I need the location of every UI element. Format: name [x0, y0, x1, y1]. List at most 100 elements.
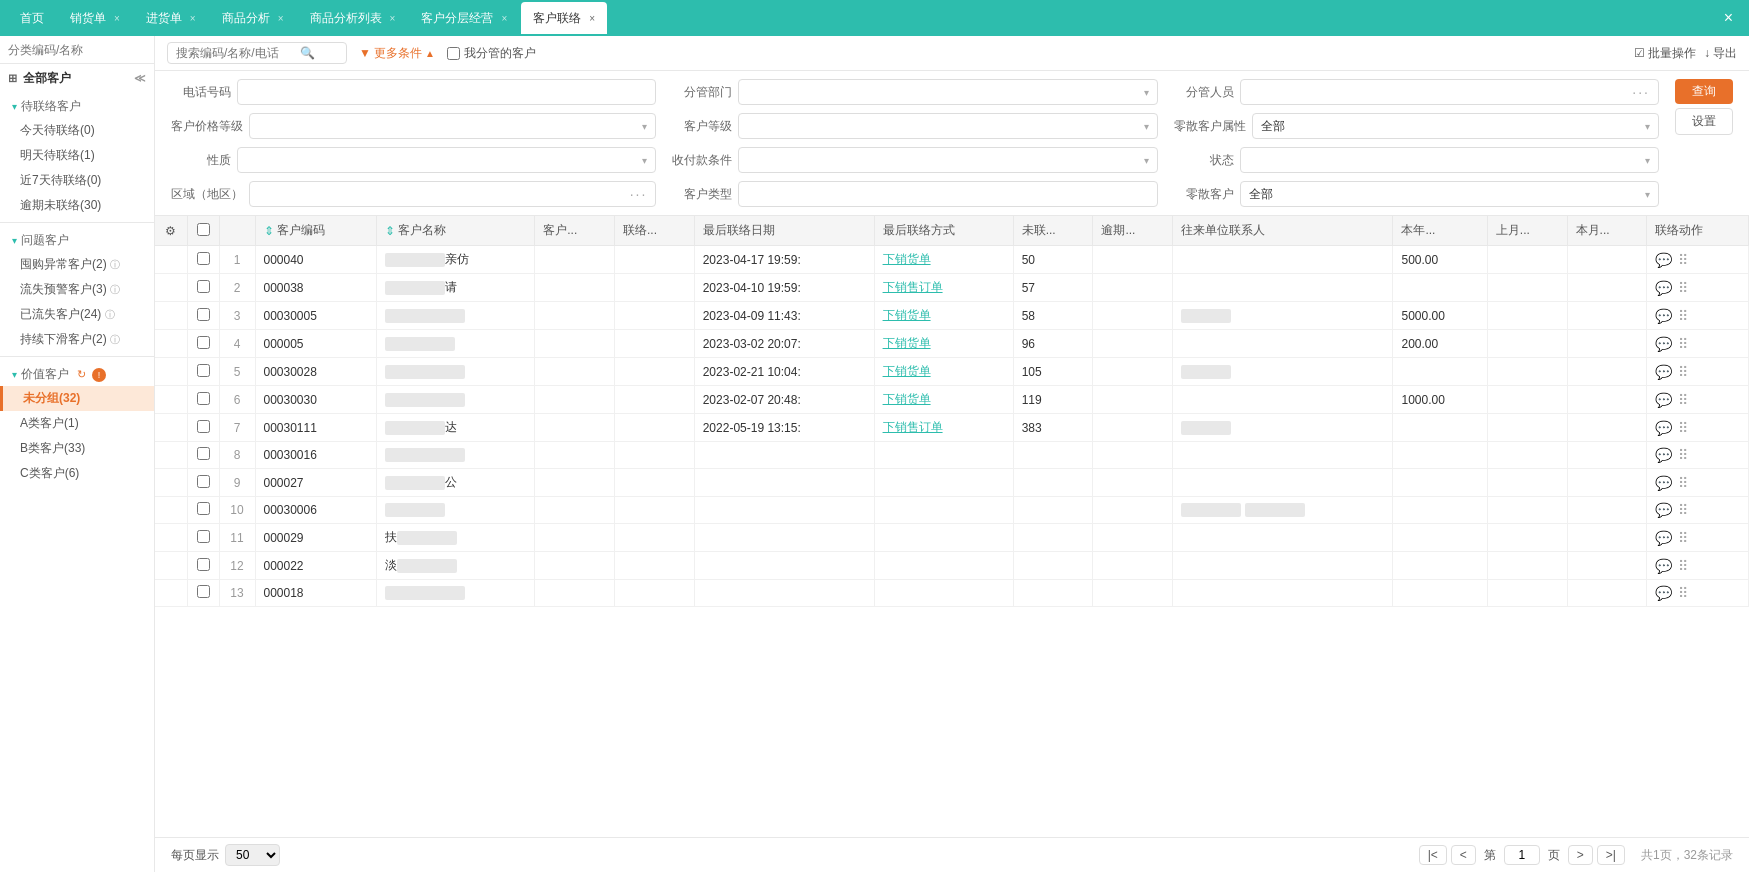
payment-select[interactable]: ▾ [738, 147, 1157, 173]
export-button[interactable]: ↓ 导出 [1704, 45, 1737, 62]
more-action-icon[interactable]: ⠿ [1678, 392, 1688, 408]
chat-icon[interactable]: 💬 [1655, 252, 1672, 268]
collapse-icon[interactable]: ≪ [134, 72, 146, 85]
more-action-icon[interactable]: ⠿ [1678, 364, 1688, 380]
chat-icon[interactable]: 💬 [1655, 558, 1672, 574]
person-input[interactable]: ··· [1240, 79, 1659, 105]
th-last-date[interactable]: 最后联络日期 [694, 216, 874, 246]
contact-way-link[interactable]: 下销货单 [883, 252, 931, 266]
th-last-month[interactable]: 上月... [1487, 216, 1567, 246]
row-checkbox[interactable] [197, 530, 210, 543]
th-last-way[interactable]: 最后联络方式 [874, 216, 1013, 246]
chat-icon[interactable]: 💬 [1655, 447, 1672, 463]
th-overdue[interactable]: 逾期... [1093, 216, 1173, 246]
customer-type-input[interactable] [738, 181, 1157, 207]
next-page-button[interactable]: > [1568, 845, 1593, 865]
sidebar-item-overdue[interactable]: 逾期未联络(30) [0, 193, 154, 218]
main-search-input[interactable] [176, 46, 296, 60]
sidebar-item-warning[interactable]: 流失预警客户(3) ⓘ [0, 277, 154, 302]
more-action-icon[interactable]: ⠿ [1678, 475, 1688, 491]
row-checkbox[interactable] [197, 475, 210, 488]
batch-op-button[interactable]: ☑ 批量操作 [1634, 45, 1696, 62]
tab-goods-analysis-close[interactable]: × [278, 13, 284, 24]
more-action-icon[interactable]: ⠿ [1678, 502, 1688, 518]
row-checkbox[interactable] [197, 585, 210, 598]
more-action-icon[interactable]: ⠿ [1678, 308, 1688, 324]
row-checkbox[interactable] [197, 447, 210, 460]
more-action-icon[interactable]: ⠿ [1678, 447, 1688, 463]
contact-way-link[interactable]: 下销货单 [883, 308, 931, 322]
row-checkbox[interactable] [197, 308, 210, 321]
th-this-year[interactable]: 本年... [1393, 216, 1487, 246]
contact-way-link[interactable]: 下销售订单 [883, 280, 943, 294]
chat-icon[interactable]: 💬 [1655, 530, 1672, 546]
sidebar-item-7days[interactable]: 近7天待联络(0) [0, 168, 154, 193]
sidebar-item-declining[interactable]: 持续下滑客户(2) ⓘ [0, 327, 154, 352]
sidebar-search-input[interactable] [8, 43, 155, 57]
th-check[interactable] [187, 216, 219, 246]
status-select[interactable]: ▾ [1240, 147, 1659, 173]
scatter-attr-select[interactable]: 全部 ▾ [1252, 113, 1659, 139]
row-checkbox[interactable] [197, 364, 210, 377]
query-button[interactable]: 查询 [1675, 79, 1733, 104]
th-settings[interactable]: ⚙ [155, 216, 187, 246]
chat-icon[interactable]: 💬 [1655, 475, 1672, 491]
sidebar-section-problem[interactable]: ▾ 问题客户 [0, 227, 154, 252]
tab-home[interactable]: 首页 [8, 2, 56, 34]
tab-goods-analysis-list-close[interactable]: × [390, 13, 396, 24]
chat-icon[interactable]: 💬 [1655, 308, 1672, 324]
th-contact[interactable]: 联络... [614, 216, 694, 246]
row-checkbox[interactable] [197, 558, 210, 571]
chat-icon[interactable]: 💬 [1655, 502, 1672, 518]
nature-select[interactable]: ▾ [237, 147, 656, 173]
check-all-checkbox[interactable] [197, 223, 210, 236]
sidebar-item-ungroup[interactable]: 未分组(32) [0, 386, 154, 411]
contact-way-link[interactable]: 下销货单 [883, 392, 931, 406]
page-size-select[interactable]: 20 50 100 [225, 844, 280, 866]
more-action-icon[interactable]: ⠿ [1678, 530, 1688, 546]
tab-customer-contact[interactable]: 客户联络 × [521, 2, 607, 34]
last-page-button[interactable]: >| [1597, 845, 1625, 865]
contact-way-link[interactable]: 下销售订单 [883, 420, 943, 434]
scatter-customer-select[interactable]: 全部 ▾ [1240, 181, 1659, 207]
tab-goods-analysis-list[interactable]: 商品分析列表 × [298, 2, 408, 34]
more-conditions-btn[interactable]: ▼ 更多条件 ▲ [359, 45, 435, 62]
my-customers-checkbox[interactable] [447, 47, 460, 60]
sidebar-item-class-b[interactable]: B类客户(33) [0, 436, 154, 461]
main-search-icon[interactable]: 🔍 [300, 46, 315, 60]
contact-way-link[interactable]: 下销货单 [883, 336, 931, 350]
tab-purchase-close[interactable]: × [190, 13, 196, 24]
region-input[interactable]: ··· [249, 181, 656, 207]
sidebar-item-class-a[interactable]: A类客户(1) [0, 411, 154, 436]
row-checkbox[interactable] [197, 336, 210, 349]
contact-way-link[interactable]: 下销货单 [883, 364, 931, 378]
sidebar-section-pending[interactable]: ▾ 待联络客户 [0, 93, 154, 118]
sidebar-all-customers[interactable]: ⊞ 全部客户 ≪ [0, 64, 154, 93]
chat-icon[interactable]: 💬 [1655, 336, 1672, 352]
dept-select[interactable]: ▾ [738, 79, 1157, 105]
tab-customer-layer-close[interactable]: × [501, 13, 507, 24]
page-input[interactable] [1504, 845, 1540, 865]
more-action-icon[interactable]: ⠿ [1678, 280, 1688, 296]
more-action-icon[interactable]: ⠿ [1678, 252, 1688, 268]
customer-level-select[interactable]: ▾ [738, 113, 1157, 139]
sidebar-item-abnormal[interactable]: 囤购异常客户(2) ⓘ [0, 252, 154, 277]
tab-customer-contact-close[interactable]: × [589, 13, 595, 24]
more-action-icon[interactable]: ⠿ [1678, 558, 1688, 574]
sidebar-item-today[interactable]: 今天待联络(0) [0, 118, 154, 143]
sidebar-item-class-c[interactable]: C类客户(6) [0, 461, 154, 486]
tab-sales[interactable]: 销货单 × [58, 2, 132, 34]
th-code[interactable]: ⇕ 客户编码 [255, 216, 377, 246]
th-action[interactable]: 联络动作 [1647, 216, 1749, 246]
more-action-icon[interactable]: ⠿ [1678, 336, 1688, 352]
th-name[interactable]: ⇕ 客户名称 [377, 216, 535, 246]
row-checkbox[interactable] [197, 280, 210, 293]
th-contact-person[interactable]: 往来单位联系人 [1173, 216, 1393, 246]
more-action-icon[interactable]: ⠿ [1678, 585, 1688, 601]
first-page-button[interactable]: |< [1419, 845, 1447, 865]
settings-icon[interactable]: ⚙ [165, 224, 176, 238]
tab-customer-layer[interactable]: 客户分层经营 × [409, 2, 519, 34]
row-checkbox[interactable] [197, 392, 210, 405]
th-type[interactable]: 客户... [535, 216, 615, 246]
tab-purchase[interactable]: 进货单 × [134, 2, 208, 34]
